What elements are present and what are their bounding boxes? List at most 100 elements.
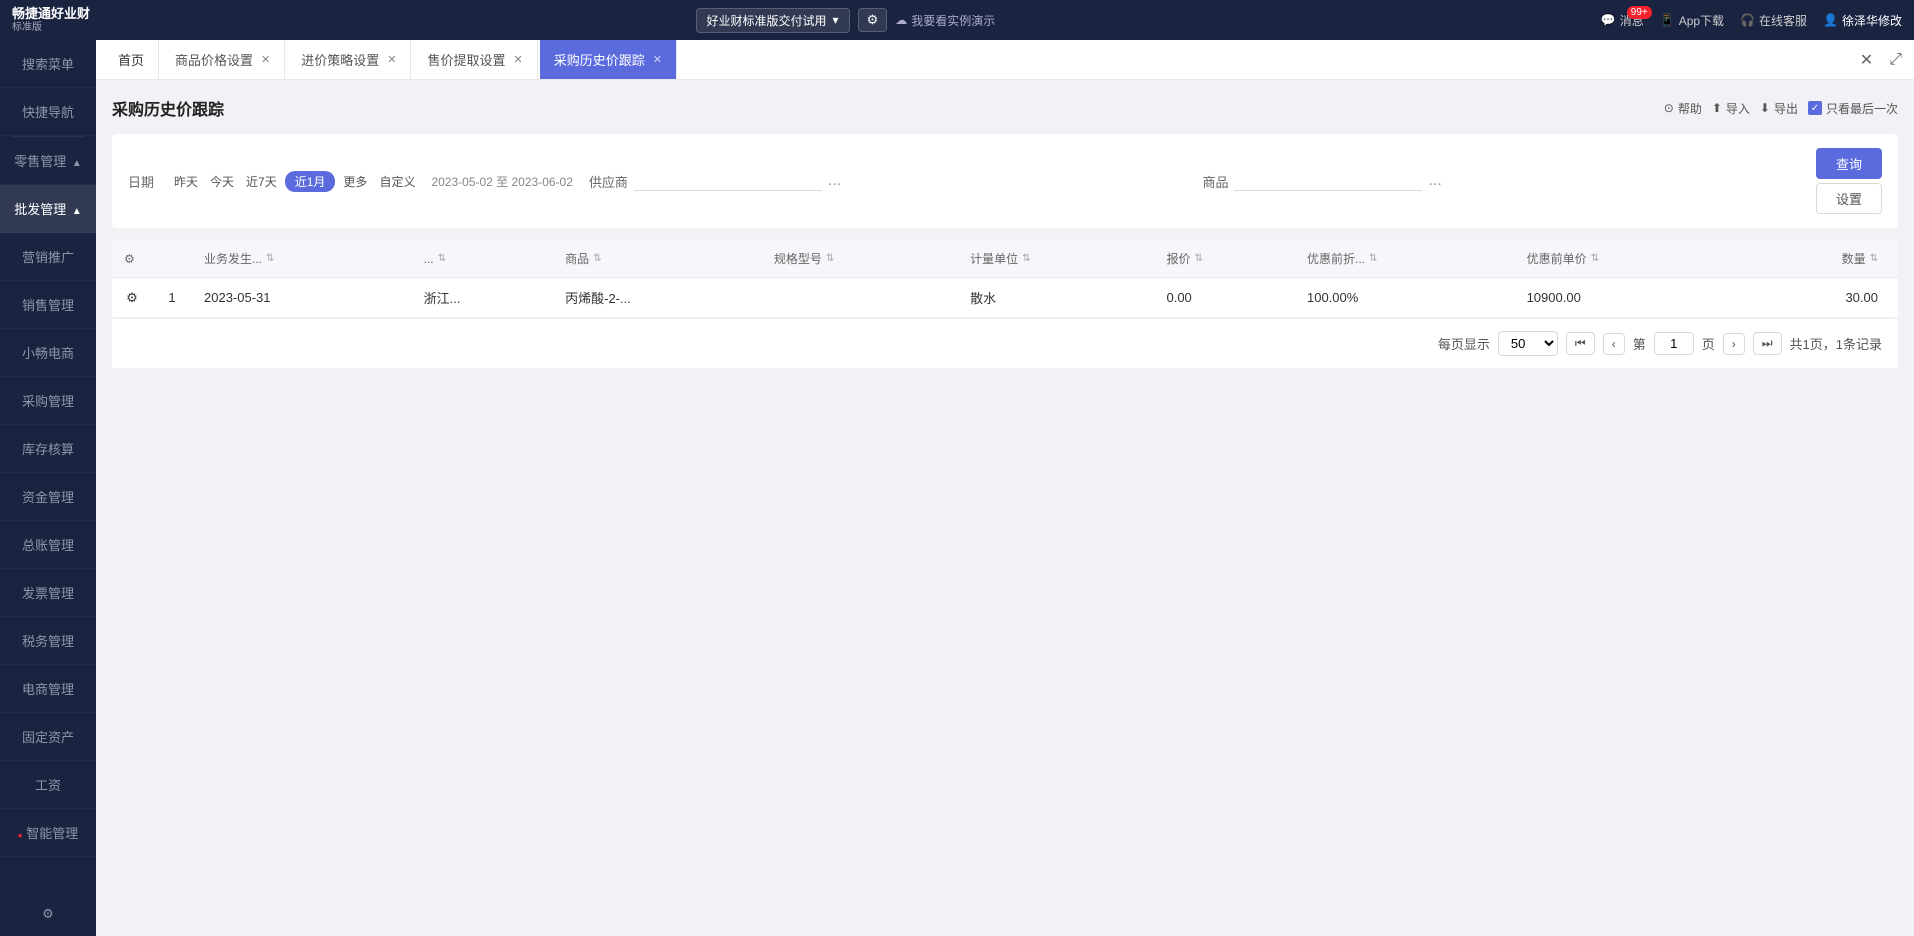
main-layout: 搜索菜单 快捷导航 零售管理 ▲ 批发管理 ▲ 营销推广 销售管理 小畅电商 采… xyxy=(0,40,1914,936)
th-extra[interactable]: ... ⇅ xyxy=(412,240,554,278)
th-pre-discount-price[interactable]: 优惠前单价 ⇅ xyxy=(1515,240,1739,278)
tab-purchase-strategy[interactable]: 进价策略设置 ✕ xyxy=(287,40,411,79)
chevron-down-icon: ▾ xyxy=(833,13,839,27)
page-number-input[interactable] xyxy=(1654,332,1694,355)
sidebar-item-ecom[interactable]: 电商管理 xyxy=(0,665,96,713)
th-index xyxy=(152,240,192,278)
sidebar-item-quick[interactable]: 快捷导航 xyxy=(0,88,96,136)
th-quantity[interactable]: 数量 ⇅ xyxy=(1739,240,1898,278)
sidebar-item-retail[interactable]: 零售管理 ▲ xyxy=(0,137,96,185)
gear-button[interactable]: ⚙ xyxy=(858,8,888,32)
goods-input[interactable] xyxy=(1234,171,1422,191)
th-date[interactable]: 业务发生... ⇅ xyxy=(192,240,412,278)
app-download-button[interactable]: 📱 App下载 xyxy=(1660,12,1724,29)
online-service-label: 在线客服 xyxy=(1759,12,1807,29)
page-actions: ⊙ 帮助 ⬆ 导入 ⬇ 导出 只看最后一次 xyxy=(1664,100,1898,117)
only-last-checkbox[interactable]: 只看最后一次 xyxy=(1808,100,1898,117)
online-service-button[interactable]: 🎧 在线客服 xyxy=(1740,12,1807,29)
help-button[interactable]: ⊙ 帮助 xyxy=(1664,100,1702,117)
filter-settings-button[interactable]: 设置 xyxy=(1816,183,1882,214)
tab-purchase-strategy-close[interactable]: ✕ xyxy=(387,53,396,66)
th-unit-sort-icon: ⇅ xyxy=(1022,253,1030,264)
per-page-select[interactable]: 50 100 200 xyxy=(1498,331,1558,356)
row-spec xyxy=(762,278,958,318)
th-gear[interactable]: ⚙ xyxy=(112,240,152,278)
tab-maximize-button[interactable]: ⤢ xyxy=(1885,47,1906,73)
sidebar-item-wholesale[interactable]: 批发管理 ▲ xyxy=(0,185,96,233)
version-selector[interactable]: 好业财标准版交付试用 ▾ xyxy=(696,8,850,33)
date-more-btn[interactable]: 更多 xyxy=(339,171,371,192)
th-goods[interactable]: 商品 ⇅ xyxy=(553,240,762,278)
demo-button[interactable]: ☁ 我要看实例演示 xyxy=(895,12,995,29)
export-button[interactable]: ⬇ 导出 xyxy=(1760,100,1798,117)
message-icon: 💬 xyxy=(1601,13,1616,27)
th-unit[interactable]: 计量单位 ⇅ xyxy=(958,240,1154,278)
date-7days-btn[interactable]: 近7天 xyxy=(242,171,281,192)
page-prev-button[interactable]: ‹ xyxy=(1603,333,1625,355)
tab-purchase-history-close[interactable]: ✕ xyxy=(653,53,662,66)
row-pre-discount-price: 10900.00 xyxy=(1515,278,1739,318)
user-profile-button[interactable]: 👤 徐泽华修改 xyxy=(1823,12,1902,29)
tab-sale-price-close[interactable]: ✕ xyxy=(514,53,523,66)
sidebar-item-ledger[interactable]: 总账管理 xyxy=(0,521,96,569)
tab-sale-price[interactable]: 售价提取设置 ✕ xyxy=(413,40,537,79)
sidebar-item-invoice[interactable]: 发票管理 xyxy=(0,569,96,617)
sidebar-item-assets[interactable]: 固定资产 xyxy=(0,713,96,761)
per-page-label: 每页显示 xyxy=(1438,334,1490,353)
date-range-display: 2023-05-02 至 2023-06-02 xyxy=(431,173,572,190)
date-1month-btn[interactable]: 近1月 xyxy=(285,171,336,192)
th-discount[interactable]: 优惠前折... ⇅ xyxy=(1295,240,1515,278)
tabs-bar: 首页 商品价格设置 ✕ 进价策略设置 ✕ 售价提取设置 ✕ 采购历史价跟踪 ✕ xyxy=(96,40,1914,80)
filter-row: 日期 昨天 今天 近7天 近1月 更多 自定义 2023-05-02 至 202… xyxy=(128,148,1882,214)
th-quantity-sort-icon: ⇅ xyxy=(1870,253,1878,264)
sidebar-item-purchase[interactable]: 采购管理 xyxy=(0,377,96,425)
headset-icon: 🎧 xyxy=(1740,13,1755,27)
row-quantity: 30.00 xyxy=(1739,278,1898,318)
checkbox-icon xyxy=(1808,101,1822,115)
supplier-dots-button[interactable]: ... xyxy=(828,172,841,190)
page-next-button[interactable]: › xyxy=(1723,333,1745,355)
top-bar: 畅捷通好业财 标准版 好业财标准版交付试用 ▾ ⚙ ☁ 我要看实例演示 💬 消息… xyxy=(0,0,1914,40)
sidebar-item-marketing[interactable]: 营销推广 xyxy=(0,233,96,281)
pagination: 每页显示 50 100 200 ⏮ ‹ 第 页 › ⏭ 共1页，1条记录 xyxy=(112,318,1898,368)
export-label: 导出 xyxy=(1774,100,1798,117)
tab-home[interactable]: 首页 xyxy=(104,40,159,79)
message-button[interactable]: 💬 消息 99+ xyxy=(1601,12,1644,29)
query-button[interactable]: 查询 xyxy=(1816,148,1882,179)
th-discount-sort-icon: ⇅ xyxy=(1369,253,1377,264)
cloud-icon: ☁ xyxy=(895,13,907,27)
page-last-button[interactable]: ⏭ xyxy=(1753,332,1782,355)
sidebar-item-sales[interactable]: 销售管理 xyxy=(0,281,96,329)
import-button[interactable]: ⬆ 导入 xyxy=(1712,100,1750,117)
row-unit: 散水 xyxy=(958,278,1154,318)
data-table: ⚙ 业务发生... ⇅ ... ⇅ xyxy=(112,240,1898,318)
date-today-btn[interactable]: 今天 xyxy=(206,171,238,192)
top-bar-center: 好业财标准版交付试用 ▾ ⚙ ☁ 我要看实例演示 xyxy=(696,8,996,33)
sidebar-item-inventory[interactable]: 库存核算 xyxy=(0,425,96,473)
sidebar-item-smart[interactable]: ● 智能管理 xyxy=(0,809,96,857)
sidebar-item-search[interactable]: 搜索菜单 xyxy=(0,40,96,88)
supplier-input[interactable] xyxy=(634,171,822,191)
page-first-button[interactable]: ⏮ xyxy=(1566,332,1595,355)
tab-purchase-strategy-label: 进价策略设置 xyxy=(301,50,379,69)
sidebar-item-ecom-small[interactable]: 小畅电商 xyxy=(0,329,96,377)
date-filter-label: 日期 xyxy=(128,172,154,191)
row-gear[interactable]: ⚙ xyxy=(112,278,152,318)
page-label-text: 第 xyxy=(1633,334,1646,353)
sidebar-item-tax[interactable]: 税务管理 xyxy=(0,617,96,665)
sidebar-settings-button[interactable]: ⚙ xyxy=(0,892,96,936)
tab-goods-price[interactable]: 商品价格设置 ✕ xyxy=(161,40,285,79)
tab-purchase-history[interactable]: 采购历史价跟踪 ✕ xyxy=(540,40,677,79)
page-unit-label: 页 xyxy=(1702,334,1715,353)
date-custom-btn[interactable]: 自定义 xyxy=(375,171,419,192)
th-quote[interactable]: 报价 ⇅ xyxy=(1154,240,1295,278)
app-edition: 标准版 xyxy=(12,22,90,34)
th-spec[interactable]: 规格型号 ⇅ xyxy=(762,240,958,278)
goods-filter-field: 商品 ... xyxy=(1202,171,1800,191)
sidebar-item-salary[interactable]: 工资 xyxy=(0,761,96,809)
tab-goods-price-close[interactable]: ✕ xyxy=(261,53,270,66)
goods-dots-button[interactable]: ... xyxy=(1428,172,1441,190)
sidebar-item-finance[interactable]: 资金管理 xyxy=(0,473,96,521)
tab-close-button[interactable]: ✕ xyxy=(1856,46,1877,74)
date-yesterday-btn[interactable]: 昨天 xyxy=(170,171,202,192)
